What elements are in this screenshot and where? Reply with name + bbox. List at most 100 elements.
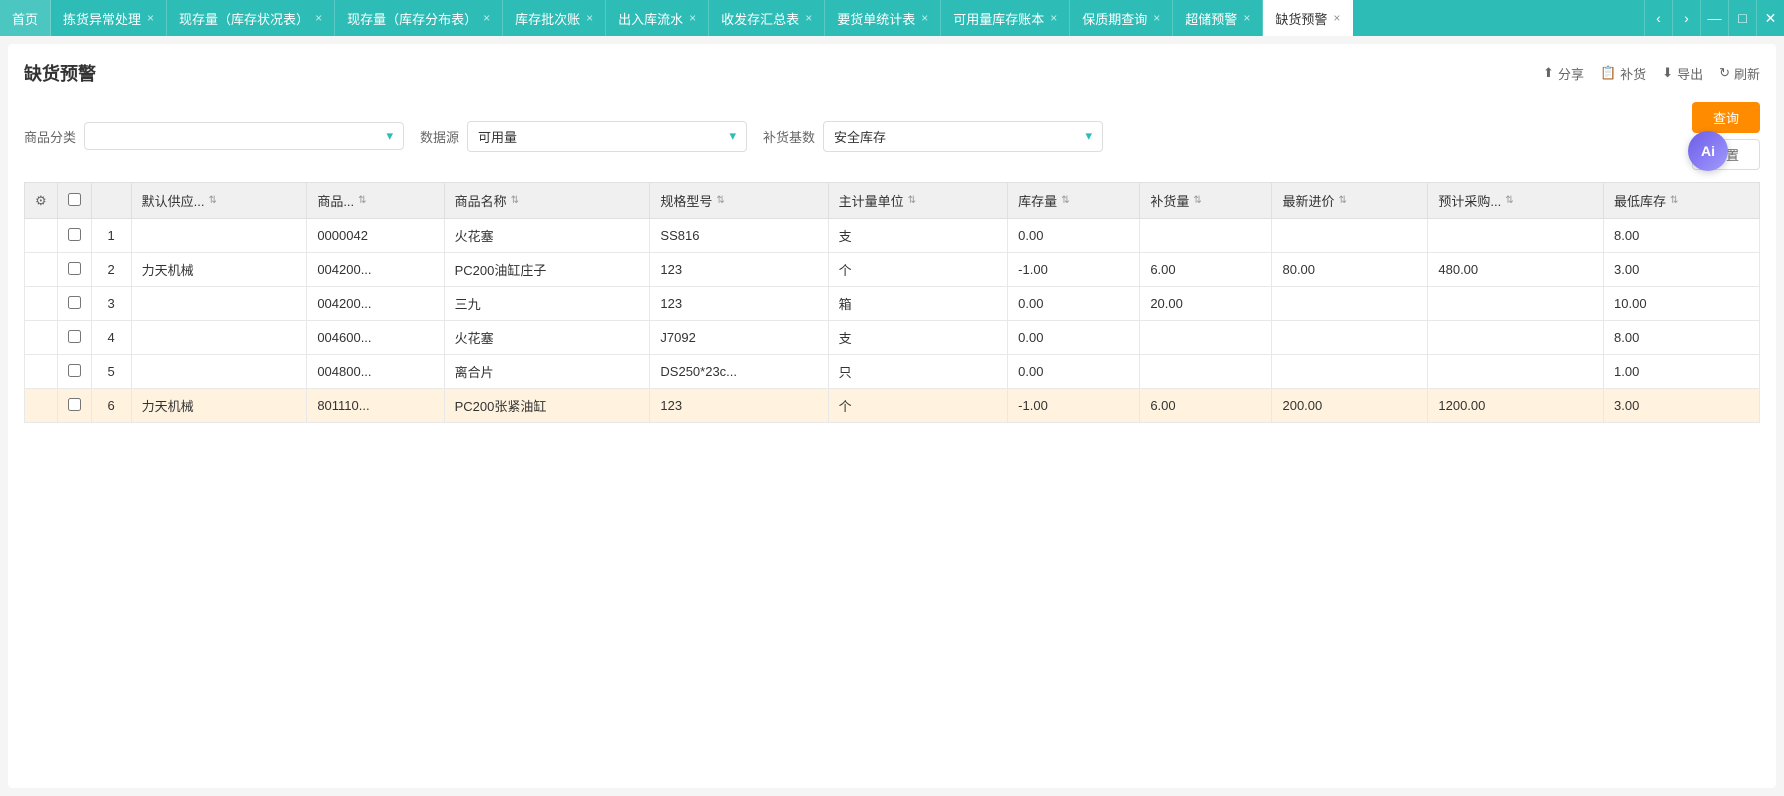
tab-close-inventory-status[interactable]: × [315, 11, 322, 25]
window-close[interactable]: ✕ [1756, 0, 1784, 36]
row-checkbox-cell[interactable] [57, 287, 91, 321]
row-unit: 支 [828, 219, 1008, 253]
ai-badge[interactable]: Ai [1688, 131, 1728, 171]
refresh-button[interactable]: ↻ 刷新 [1719, 64, 1760, 83]
row-spec: SS816 [650, 219, 828, 253]
row-checkbox-cell[interactable] [57, 389, 91, 423]
row-min-stock: 8.00 [1604, 321, 1760, 355]
tab-close-demand[interactable]: × [921, 11, 928, 25]
row-checkbox-cell[interactable] [57, 253, 91, 287]
tab-close-shortage[interactable]: × [1333, 11, 1340, 25]
window-minimize[interactable]: — [1700, 0, 1728, 36]
tab-available-ledger[interactable]: 可用量库存账本 × [941, 0, 1070, 36]
page-title: 缺货预警 [24, 60, 96, 86]
filter-datasource-select[interactable]: 可用量 ▾ [467, 121, 747, 152]
row-seq: 6 [91, 389, 131, 423]
tab-expiry[interactable]: 保质期查询 × [1070, 0, 1173, 36]
export-button[interactable]: ⬇ 导出 [1662, 64, 1703, 83]
tab-inventory-status[interactable]: 现存量（库存状况表） × [167, 0, 335, 36]
row-checkbox-2[interactable] [68, 296, 81, 309]
tab-batch[interactable]: 库存批次账 × [503, 0, 606, 36]
th-stock[interactable]: 库存量 ⇅ [1008, 183, 1140, 219]
row-checkbox-0[interactable] [68, 228, 81, 241]
tab-close-expiry[interactable]: × [1153, 11, 1160, 25]
row-code: 004600... [307, 321, 444, 355]
window-maximize[interactable]: □ [1728, 0, 1756, 36]
th-min-stock[interactable]: 最低库存 ⇅ [1604, 183, 1760, 219]
filter-category-group: 商品分类 ▾ [24, 122, 404, 150]
tab-close-receive[interactable]: × [805, 11, 812, 25]
filter-category-select[interactable]: ▾ [84, 122, 404, 150]
filter-replenish-select[interactable]: 安全库存 ▾ [823, 121, 1103, 152]
row-name: 火花塞 [444, 321, 650, 355]
row-checkbox-cell[interactable] [57, 321, 91, 355]
row-spec: 123 [650, 253, 828, 287]
tab-nav-buttons: ‹ › — □ ✕ [1644, 0, 1784, 36]
th-latest-price[interactable]: 最新进价 ⇅ [1272, 183, 1428, 219]
sort-estimated-icon: ⇅ [1505, 195, 1513, 206]
tab-inout-flow[interactable]: 出入库流水 × [606, 0, 709, 36]
sort-minstock-icon: ⇅ [1670, 195, 1678, 206]
filter-datasource-value: 可用量 [478, 127, 517, 146]
row-stock: 0.00 [1008, 355, 1140, 389]
select-all-checkbox[interactable] [68, 193, 81, 206]
row-supplier [131, 355, 307, 389]
sort-price-icon: ⇅ [1339, 195, 1347, 206]
filter-datasource-chevron-icon: ▾ [730, 128, 737, 144]
tab-inventory-dist[interactable]: 现存量（库存分布表） × [335, 0, 503, 36]
refresh-icon: ↻ [1719, 65, 1730, 81]
filter-datasource-label: 数据源 [420, 127, 459, 146]
tab-close-available[interactable]: × [1050, 11, 1057, 25]
page-header: 缺货预警 ⬆ 分享 📋 补货 ⬇ 导出 ↻ 刷新 [24, 60, 1760, 86]
tab-close-overstock[interactable]: × [1243, 11, 1250, 25]
page-content: 缺货预警 ⬆ 分享 📋 补货 ⬇ 导出 ↻ 刷新 商品分类 [8, 44, 1776, 788]
th-replenish[interactable]: 补货量 ⇅ [1140, 183, 1272, 219]
table-row: 1 0000042 火花塞 SS816 支 0.00 8.00 [25, 219, 1760, 253]
tab-close-exception[interactable]: × [147, 11, 154, 25]
row-min-stock: 10.00 [1604, 287, 1760, 321]
tab-receive-summary[interactable]: 收发存汇总表 × [709, 0, 825, 36]
share-button[interactable]: ⬆ 分享 [1543, 64, 1584, 83]
row-min-stock: 1.00 [1604, 355, 1760, 389]
row-checkbox-4[interactable] [68, 364, 81, 377]
table-row: 3 004200... 三九 123 箱 0.00 20.00 10.00 [25, 287, 1760, 321]
th-estimated-purchase[interactable]: 预计采购... ⇅ [1428, 183, 1604, 219]
row-stock: 0.00 [1008, 219, 1140, 253]
tab-shortage[interactable]: 缺货预警 × [1263, 0, 1353, 36]
table-header-row: ⚙ 默认供应... ⇅ 商品... ⇅ [25, 183, 1760, 219]
filter-category-chevron-icon: ▾ [386, 128, 393, 144]
tab-demand-stat[interactable]: 要货单统计表 × [825, 0, 941, 36]
row-stock: -1.00 [1008, 253, 1140, 287]
row-unit: 只 [828, 355, 1008, 389]
tab-close-batch[interactable]: × [586, 11, 593, 25]
tab-overstock[interactable]: 超储预警 × [1173, 0, 1263, 36]
row-estimated-purchase [1428, 287, 1604, 321]
th-settings[interactable]: ⚙ [25, 183, 58, 219]
gear-icon[interactable]: ⚙ [35, 193, 47, 209]
row-checkbox-cell[interactable] [57, 219, 91, 253]
row-estimated-purchase [1428, 355, 1604, 389]
filter-datasource-group: 数据源 可用量 ▾ [420, 121, 747, 152]
query-button[interactable]: 查询 [1692, 102, 1760, 133]
th-name[interactable]: 商品名称 ⇅ [444, 183, 650, 219]
tab-scroll-left[interactable]: ‹ [1644, 0, 1672, 36]
th-unit[interactable]: 主计量单位 ⇅ [828, 183, 1008, 219]
tab-home[interactable]: 首页 [0, 0, 51, 36]
tab-scroll-right[interactable]: › [1672, 0, 1700, 36]
th-code[interactable]: 商品... ⇅ [307, 183, 444, 219]
replenish-button[interactable]: 📋 补货 [1600, 64, 1646, 83]
tab-exception[interactable]: 拣货异常处理 × [51, 0, 167, 36]
table-row: 2 力天机械 004200... PC200油缸庄子 123 个 -1.00 6… [25, 253, 1760, 287]
row-seq: 3 [91, 287, 131, 321]
row-checkbox-3[interactable] [68, 330, 81, 343]
row-checkbox-cell[interactable] [57, 355, 91, 389]
th-supplier[interactable]: 默认供应... ⇅ [131, 183, 307, 219]
row-gear-cell [25, 355, 58, 389]
th-spec[interactable]: 规格型号 ⇅ [650, 183, 828, 219]
table-row: 5 004800... 离合片 DS250*23c... 只 0.00 1.00 [25, 355, 1760, 389]
row-checkbox-1[interactable] [68, 262, 81, 275]
tab-close-inout[interactable]: × [689, 11, 696, 25]
row-checkbox-5[interactable] [68, 398, 81, 411]
sort-stock-icon: ⇅ [1061, 195, 1069, 206]
tab-close-inventory-dist[interactable]: × [483, 11, 490, 25]
